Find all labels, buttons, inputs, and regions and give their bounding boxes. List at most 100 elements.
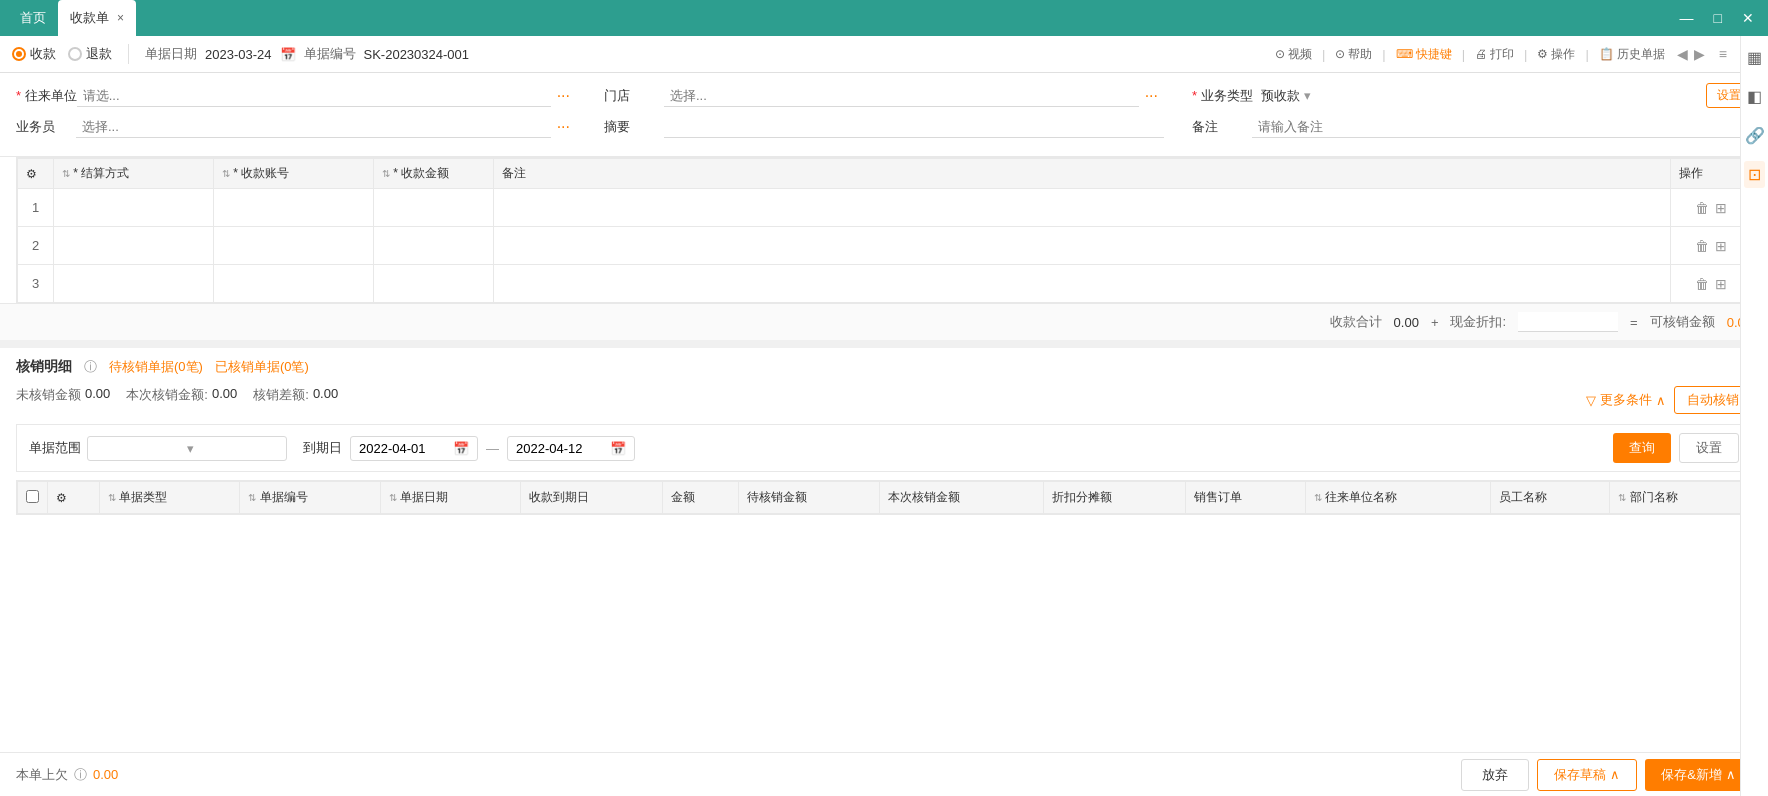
- account-input-2[interactable]: [214, 227, 373, 264]
- delete-icon-3[interactable]: 🗑: [1695, 276, 1709, 292]
- th-gear-bottom[interactable]: ⚙: [48, 482, 100, 514]
- radio-tuikuan[interactable]: 退款: [68, 45, 112, 63]
- sidebar-expand-icon[interactable]: ⊡: [1744, 161, 1765, 188]
- sidebar-doc-icon[interactable]: ◧: [1743, 83, 1766, 110]
- filter-row: 单据范围 ▾ 到期日 📅 — 📅 查询 设: [16, 424, 1752, 472]
- tab-close-icon[interactable]: ×: [117, 11, 124, 25]
- close-button[interactable]: ✕: [1736, 8, 1760, 28]
- discard-button[interactable]: 放弃: [1461, 759, 1529, 791]
- store-input[interactable]: [664, 85, 1139, 107]
- minimize-button[interactable]: —: [1674, 8, 1700, 28]
- filter-settings-button[interactable]: 设置: [1679, 433, 1739, 463]
- save-draft-button[interactable]: 保存草稿 ∧: [1537, 759, 1637, 791]
- th-employee: 员工名称: [1490, 482, 1610, 514]
- remark-input-2[interactable]: [494, 227, 1670, 264]
- amount-input-1[interactable]: [374, 189, 493, 226]
- tab-current[interactable]: 收款单 ×: [58, 0, 136, 36]
- remark-input[interactable]: [1252, 116, 1752, 138]
- store-field: 门店 ···: [604, 85, 1164, 107]
- radio-shoukuan[interactable]: 收款: [12, 45, 56, 63]
- maximize-button[interactable]: □: [1708, 8, 1728, 28]
- th-gear[interactable]: ⚙: [18, 159, 54, 189]
- settlement-cell-2: [54, 227, 214, 265]
- settlement-input-2[interactable]: [54, 227, 213, 264]
- list-view-icon[interactable]: ≡: [1717, 46, 1729, 62]
- date-calendar-icon[interactable]: 📅: [280, 47, 296, 62]
- video-btn[interactable]: ⊙ 视频: [1275, 46, 1312, 63]
- calendar-to-icon[interactable]: 📅: [610, 441, 626, 456]
- footer-info-icon[interactable]: ⓘ: [74, 766, 87, 784]
- print-btn[interactable]: 🖨 打印: [1475, 46, 1514, 63]
- th-discount: 折扣分摊额: [1044, 482, 1186, 514]
- account-input-3[interactable]: [214, 265, 373, 302]
- remark-input-1[interactable]: [494, 189, 1670, 226]
- th-account: ⇅ * 收款账号: [214, 159, 374, 189]
- query-button[interactable]: 查询: [1613, 433, 1671, 463]
- gear-icon: ⚙: [26, 167, 37, 181]
- settlement-input-3[interactable]: [54, 265, 213, 302]
- done-tab-link[interactable]: 已核销单据(0笔): [215, 358, 309, 376]
- copy-icon-2[interactable]: ⊞: [1715, 238, 1727, 254]
- nav-prev-icon[interactable]: ◀: [1675, 46, 1690, 62]
- history-btn[interactable]: 📋 历史单据: [1599, 46, 1665, 63]
- gear-bottom-icon: ⚙: [56, 491, 67, 505]
- range-filter: 单据范围 ▾: [29, 436, 287, 461]
- salesperson-more-btn[interactable]: ···: [551, 118, 576, 136]
- draft-arrow-icon: ∧: [1610, 767, 1620, 782]
- sidebar-table-icon[interactable]: ▦: [1743, 44, 1766, 71]
- date-from-field[interactable]: [359, 441, 449, 456]
- filter-actions: 查询 设置: [1613, 433, 1739, 463]
- th-doc-num: ⇅ 单据编号: [240, 482, 381, 514]
- partner-input[interactable]: [77, 85, 551, 107]
- summary-input[interactable]: [664, 116, 1164, 138]
- salesperson-input[interactable]: [76, 116, 551, 138]
- discount-input[interactable]: [1518, 312, 1618, 332]
- hexiao-info-icon[interactable]: ⓘ: [84, 358, 97, 376]
- hexiao-title: 核销明细: [16, 358, 72, 376]
- select-all-checkbox[interactable]: [26, 490, 39, 503]
- th-amount: 金额: [663, 482, 739, 514]
- chevron-up-icon: ∧: [1656, 393, 1666, 408]
- radio-group: 收款 退款: [12, 45, 112, 63]
- save-draft-label: 保存草稿: [1554, 766, 1606, 784]
- range-select[interactable]: ▾: [87, 436, 287, 461]
- th-sales-order: 销售订单: [1186, 482, 1306, 514]
- tab-home[interactable]: 首页: [8, 0, 58, 36]
- sort-icon: ⇅: [62, 168, 70, 179]
- remark-cell-3: [494, 265, 1671, 303]
- calendar-from-icon[interactable]: 📅: [453, 441, 469, 456]
- remark-input-3[interactable]: [494, 265, 1670, 302]
- amount-input-2[interactable]: [374, 227, 493, 264]
- data-table-container: ⚙ ⇅ * 结算方式 ⇅ * 收款账号 ⇅ * 收款金额 备注: [16, 157, 1752, 303]
- delete-icon-1[interactable]: 🗑: [1695, 200, 1709, 216]
- delete-icon-2[interactable]: 🗑: [1695, 238, 1709, 254]
- equals-sign: =: [1630, 315, 1638, 330]
- account-input-1[interactable]: [214, 189, 373, 226]
- date-to-field[interactable]: [516, 441, 606, 456]
- nav-next-icon[interactable]: ▶: [1692, 46, 1707, 62]
- save-new-button[interactable]: 保存&新增 ∧: [1645, 759, 1752, 791]
- business-type-dropdown-icon[interactable]: ▾: [1304, 88, 1311, 103]
- diff-value: 0.00: [313, 386, 338, 414]
- action-cell-1: 🗑 ⊞: [1671, 189, 1751, 227]
- amount-input-3[interactable]: [374, 265, 493, 302]
- amount-cell-2: [374, 227, 494, 265]
- hexiao-section: 核销明细 ⓘ 待核销单据(0笔) 已核销单据(0笔) 未核销金额 0.00 本次…: [0, 348, 1768, 525]
- help-btn[interactable]: ⊙ 帮助: [1335, 46, 1372, 63]
- unchecked-label: 未核销金额: [16, 386, 81, 414]
- copy-icon-3[interactable]: ⊞: [1715, 276, 1727, 292]
- more-conditions-btn[interactable]: ▽ 更多条件 ∧: [1586, 391, 1666, 409]
- store-more-btn[interactable]: ···: [1139, 87, 1164, 105]
- partner-label: 往来单位: [16, 87, 77, 105]
- th-checkbox: [18, 482, 48, 514]
- sidebar-attachment-icon[interactable]: 🔗: [1741, 122, 1769, 149]
- settlement-input-1[interactable]: [54, 189, 213, 226]
- pending-tab-link[interactable]: 待核销单据(0笔): [109, 358, 203, 376]
- operation-btn[interactable]: ⚙ 操作: [1537, 46, 1575, 63]
- copy-icon-1[interactable]: ⊞: [1715, 200, 1727, 216]
- due-label: 到期日: [303, 439, 342, 457]
- partner-more-btn[interactable]: ···: [551, 87, 576, 105]
- shortcut-btn[interactable]: ⌨ 快捷键: [1396, 46, 1452, 63]
- settlement-cell-1: [54, 189, 214, 227]
- summary-row: 收款合计 0.00 + 现金折扣: = 可核销金额 0.00: [0, 303, 1768, 340]
